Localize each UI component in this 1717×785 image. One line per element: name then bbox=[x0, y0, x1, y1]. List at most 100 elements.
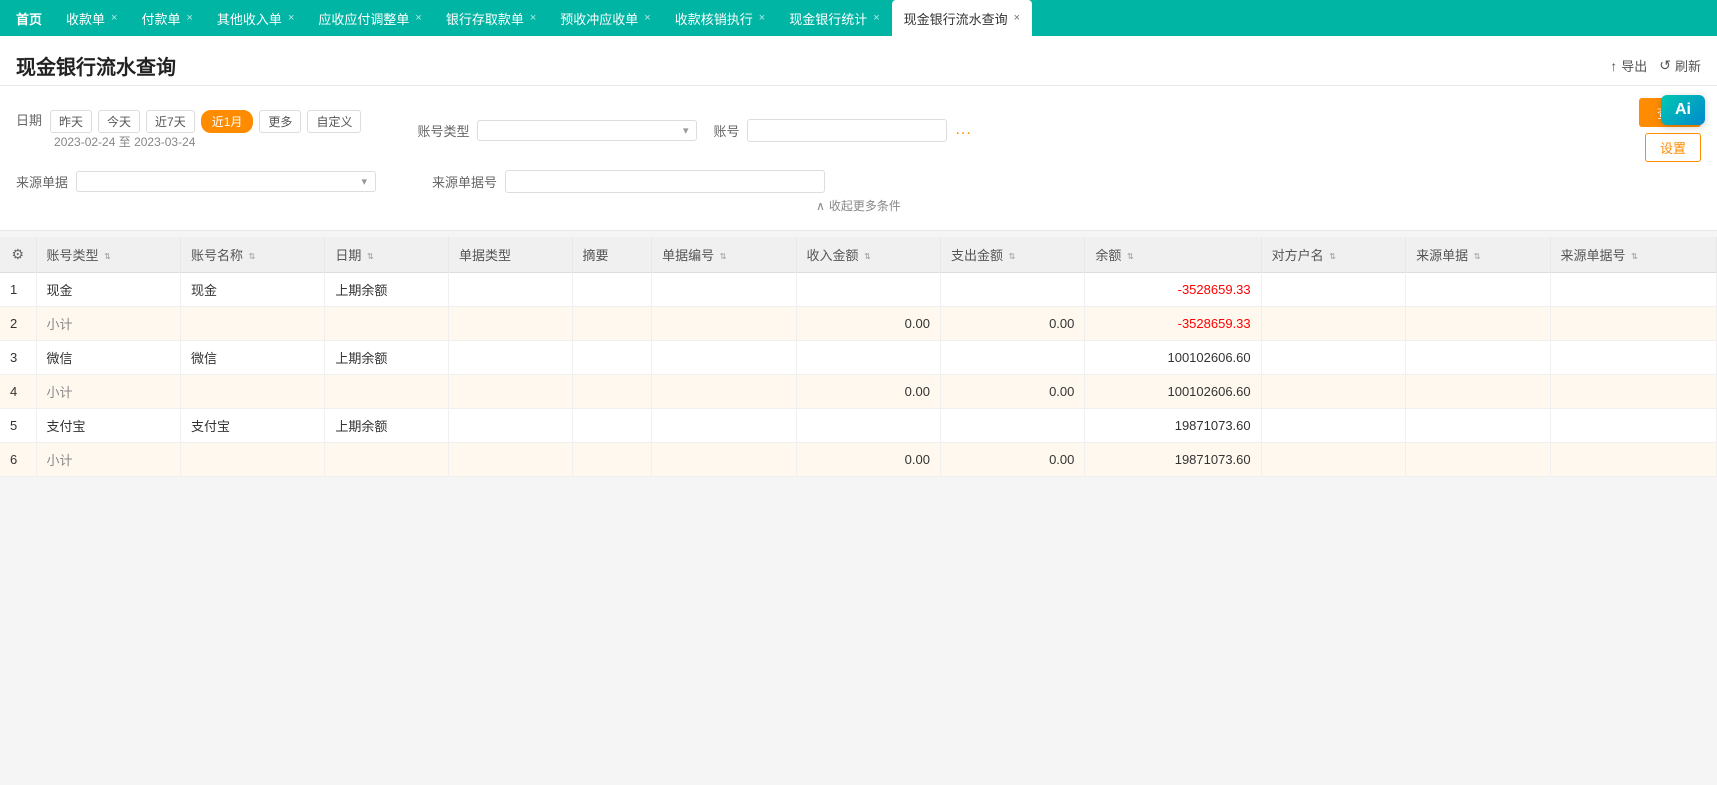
sort-doc-no[interactable]: ⇅ bbox=[720, 253, 727, 261]
col-doc-no: 单据编号 ⇅ bbox=[652, 237, 796, 273]
cell-doc-no bbox=[652, 341, 796, 375]
sort-account-name[interactable]: ⇅ bbox=[249, 253, 256, 261]
date-btn-more[interactable]: 更多 bbox=[259, 110, 301, 133]
nav-item-cash-stats[interactable]: 现金银行统计 × bbox=[777, 0, 891, 36]
nav-bank-deposit-close[interactable]: × bbox=[530, 12, 536, 24]
table-row: 4小计0.000.00100102606.60 bbox=[0, 375, 1717, 409]
refresh-button[interactable]: ↺ 刷新 bbox=[1659, 56, 1701, 75]
col-source-doc-no: 来源单据号 ⇅ bbox=[1550, 237, 1716, 273]
sort-expense[interactable]: ⇅ bbox=[1009, 253, 1016, 261]
nav-item-cash-flow-query[interactable]: 现金银行流水查询 × bbox=[892, 0, 1032, 36]
sort-account-type[interactable]: ⇅ bbox=[104, 253, 111, 261]
cell-balance: -3528659.33 bbox=[1085, 307, 1261, 341]
account-no-label: 账号 bbox=[713, 121, 739, 140]
account-type-select[interactable]: ▾ bbox=[477, 120, 697, 141]
nav-cash-flow-label: 现金银行流水查询 bbox=[904, 9, 1008, 28]
date-range-display: 2023-02-24 至 2023-03-24 bbox=[54, 133, 361, 150]
cell-date: 上期余额 bbox=[325, 273, 449, 307]
sort-counterpart[interactable]: ⇅ bbox=[1329, 253, 1336, 261]
sort-source-doc[interactable]: ⇅ bbox=[1474, 253, 1481, 261]
date-btn-custom[interactable]: 自定义 bbox=[307, 110, 361, 133]
source-doc-no-input-wrapper bbox=[505, 170, 825, 193]
cell-doc-type bbox=[448, 443, 572, 477]
nav-item-payment[interactable]: 付款单 × bbox=[129, 0, 204, 36]
cell-expense bbox=[940, 341, 1084, 375]
nav-item-home[interactable]: 首页 bbox=[4, 0, 54, 36]
date-btn-7days[interactable]: 近7天 bbox=[146, 110, 195, 133]
sort-balance[interactable]: ⇅ bbox=[1127, 253, 1134, 261]
cell-source-doc bbox=[1406, 443, 1550, 477]
nav-prepay-close[interactable]: × bbox=[644, 12, 650, 24]
table-area: ⚙ 账号类型 ⇅ 账号名称 ⇅ 日期 ⇅ 单据类型 摘要 bbox=[0, 237, 1717, 477]
cell-account-type: 微信 bbox=[36, 341, 180, 375]
cell-account-name bbox=[180, 307, 324, 341]
nav-receipt-label: 收款单 bbox=[66, 9, 105, 28]
cell-expense: 0.00 bbox=[940, 443, 1084, 477]
nav-ar-ap-label: 应收应付调整单 bbox=[318, 9, 409, 28]
col-doc-type: 单据类型 bbox=[448, 237, 572, 273]
filter-row-1: 日期 昨天 今天 近7天 近1月 更多 自定义 2023-02-24 至 202… bbox=[16, 98, 1701, 162]
nav-payment-label: 付款单 bbox=[141, 9, 180, 28]
nav-ar-ap-close[interactable]: × bbox=[415, 12, 421, 24]
table-row: 5支付宝支付宝上期余额19871073.60 bbox=[0, 409, 1717, 443]
account-no-ellipsis[interactable]: ... bbox=[955, 121, 971, 139]
account-type-chevron-icon: ▾ bbox=[683, 124, 689, 137]
cell-doc-type bbox=[448, 409, 572, 443]
cell-summary bbox=[572, 307, 652, 341]
nav-cash-stats-close[interactable]: × bbox=[873, 12, 879, 24]
sort-source-doc-no[interactable]: ⇅ bbox=[1631, 253, 1638, 261]
cell-expense: 0.00 bbox=[940, 307, 1084, 341]
col-expense-label: 支出金额 bbox=[951, 248, 1003, 263]
settings-button[interactable]: 设置 bbox=[1645, 133, 1701, 162]
cell-no: 1 bbox=[0, 273, 36, 307]
cell-doc-type bbox=[448, 375, 572, 409]
export-button[interactable]: ↑ 导出 bbox=[1610, 56, 1647, 75]
source-doc-chevron-icon: ▾ bbox=[361, 175, 367, 188]
source-doc-select[interactable]: ▾ bbox=[76, 171, 376, 192]
table-row: 3微信微信上期余额100102606.60 bbox=[0, 341, 1717, 375]
cell-income: 0.00 bbox=[796, 443, 940, 477]
date-btn-yesterday[interactable]: 昨天 bbox=[50, 110, 92, 133]
collapse-bar[interactable]: ∧ 收起更多条件 bbox=[16, 193, 1701, 218]
cell-summary bbox=[572, 273, 652, 307]
date-btn-1month[interactable]: 近1月 bbox=[201, 110, 254, 133]
account-no-input-wrapper bbox=[747, 119, 947, 142]
account-no-input[interactable] bbox=[756, 123, 938, 138]
nav-writeoff-label: 收款核销执行 bbox=[675, 9, 753, 28]
nav-other-income-label: 其他收入单 bbox=[217, 9, 282, 28]
nav-other-income-close[interactable]: × bbox=[288, 12, 294, 24]
cell-balance: 19871073.60 bbox=[1085, 409, 1261, 443]
source-doc-no-label: 来源单据号 bbox=[432, 172, 497, 191]
cell-doc-type bbox=[448, 341, 572, 375]
cell-account-type: 现金 bbox=[36, 273, 180, 307]
col-summary-label: 摘要 bbox=[583, 248, 609, 263]
nav-receipt-close[interactable]: × bbox=[111, 12, 117, 24]
nav-writeoff-close[interactable]: × bbox=[759, 12, 765, 24]
ai-label: Ai bbox=[1675, 101, 1691, 118]
date-btn-today[interactable]: 今天 bbox=[98, 110, 140, 133]
col-expense: 支出金额 ⇅ bbox=[940, 237, 1084, 273]
nav-item-receipt[interactable]: 收款单 × bbox=[54, 0, 129, 36]
nav-item-bank-deposit[interactable]: 银行存取款单 × bbox=[434, 0, 548, 36]
source-doc-label: 来源单据 bbox=[16, 172, 68, 191]
nav-item-writeoff-exec[interactable]: 收款核销执行 × bbox=[663, 0, 777, 36]
col-source-doc-no-label: 来源单据号 bbox=[1561, 248, 1626, 263]
nav-item-prepay-offset[interactable]: 预收冲应收单 × bbox=[548, 0, 662, 36]
nav-item-ar-ap-adjust[interactable]: 应收应付调整单 × bbox=[306, 0, 433, 36]
nav-item-other-income[interactable]: 其他收入单 × bbox=[205, 0, 306, 36]
sort-date[interactable]: ⇅ bbox=[367, 253, 374, 261]
cell-source-doc-no bbox=[1550, 273, 1716, 307]
nav-payment-close[interactable]: × bbox=[186, 12, 192, 24]
cell-income bbox=[796, 341, 940, 375]
sort-income[interactable]: ⇅ bbox=[864, 253, 871, 261]
nav-cash-flow-close[interactable]: × bbox=[1014, 12, 1020, 24]
source-doc-no-input[interactable] bbox=[514, 174, 816, 189]
filter-area: 日期 昨天 今天 近7天 近1月 更多 自定义 2023-02-24 至 202… bbox=[0, 86, 1717, 231]
cell-no: 2 bbox=[0, 307, 36, 341]
table-settings-icon[interactable]: ⚙ bbox=[11, 246, 24, 262]
cell-account-name: 现金 bbox=[180, 273, 324, 307]
ai-button[interactable]: Ai bbox=[1661, 95, 1705, 125]
cell-counterpart bbox=[1261, 307, 1405, 341]
collapse-label: 收起更多条件 bbox=[829, 197, 901, 214]
cell-expense bbox=[940, 273, 1084, 307]
